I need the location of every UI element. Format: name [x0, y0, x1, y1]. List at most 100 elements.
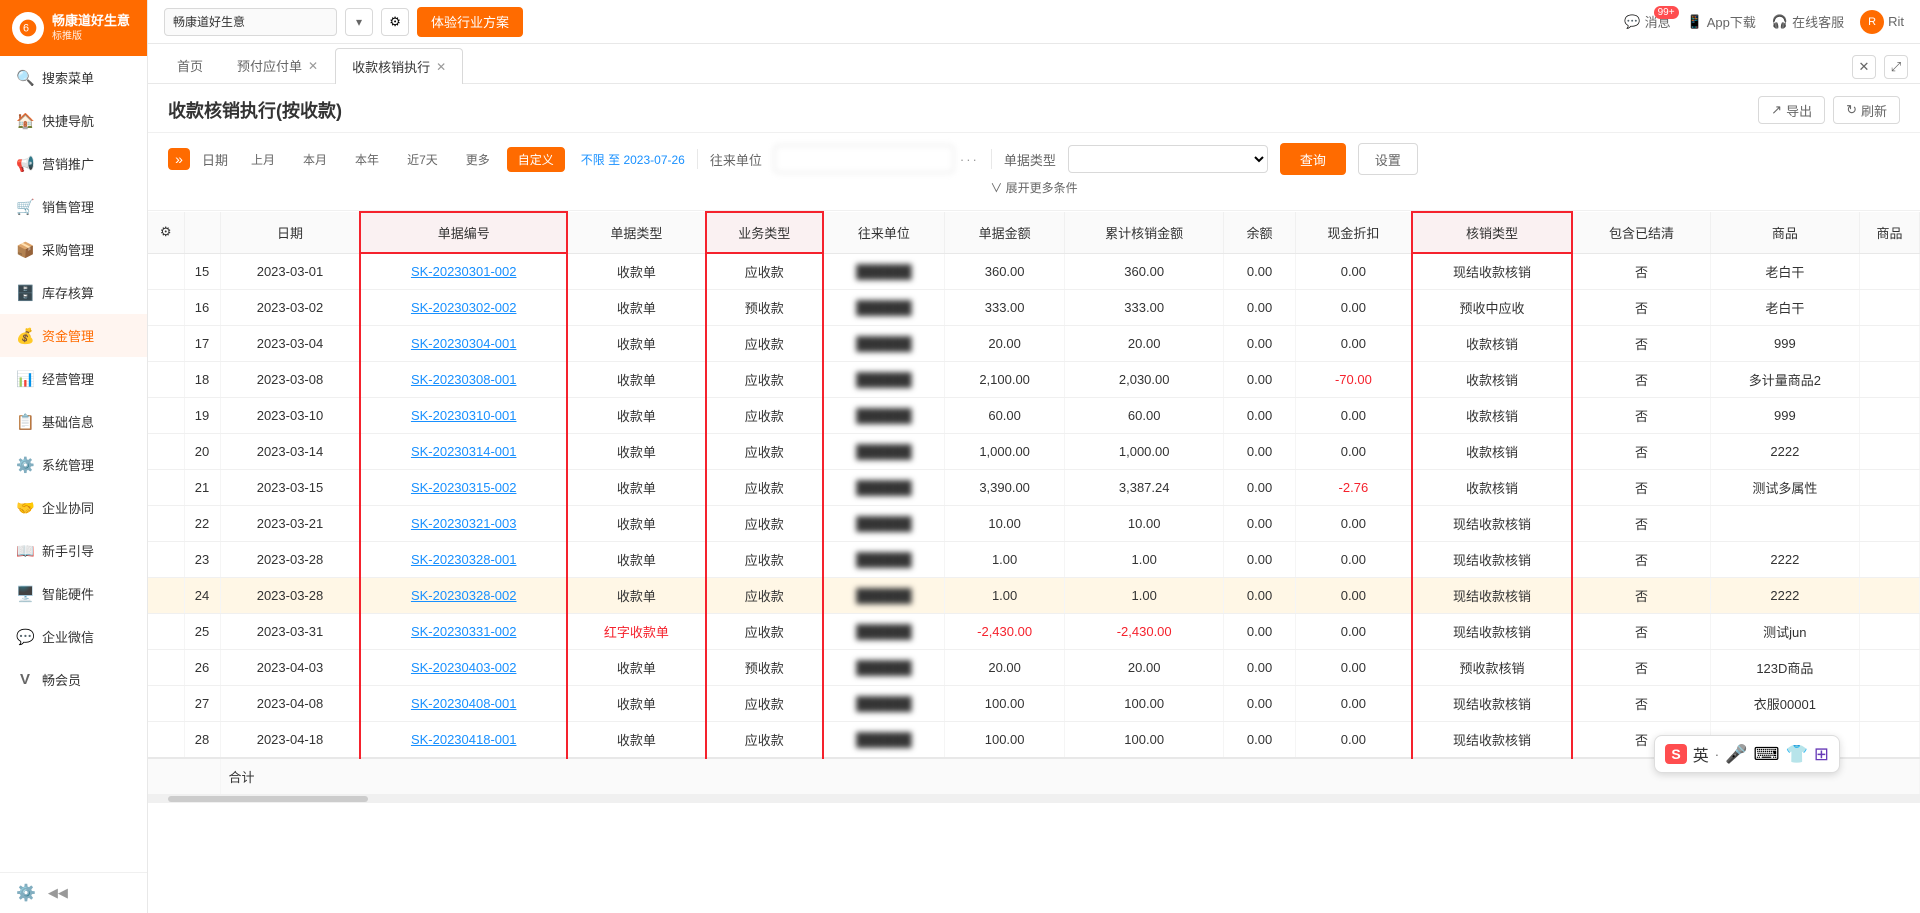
filter-tag-thismonth[interactable]: 本月 [292, 147, 338, 172]
topbar-service-link[interactable]: 🎧 在线客服 [1772, 12, 1844, 31]
table-row: 182023-03-08SK-20230308-001收款单应收款██████2… [148, 362, 1920, 398]
filter-divider-2 [991, 149, 992, 169]
td-checkbox [148, 614, 184, 650]
th-partner: 往来单位 [823, 212, 945, 253]
filter-tag-lastmonth[interactable]: 上月 [240, 147, 286, 172]
tab-receipt[interactable]: 收款核销执行 ✕ [335, 48, 463, 84]
topbar-app-link[interactable]: 📱 App下载 [1687, 12, 1756, 31]
sidebar-item-basic[interactable]: 📋 基础信息 [0, 400, 147, 443]
settings-btn[interactable]: 设置 [1358, 143, 1418, 175]
tab-close-btn[interactable]: ✕ [1852, 55, 1876, 79]
refresh-icon: ↻ [1846, 102, 1857, 118]
td-balance: 0.00 [1224, 253, 1296, 290]
th-gear[interactable]: ⚙ [148, 212, 184, 253]
td-bill-no[interactable]: SK-20230315-002 [360, 470, 567, 506]
tab-prepay[interactable]: 预付应付单 ✕ [220, 47, 335, 83]
sales-icon: 🛒 [16, 198, 34, 216]
th-bill-type: 单据类型 [567, 212, 706, 253]
td-partner: ██████ [823, 542, 945, 578]
td-bill-no[interactable]: SK-20230314-001 [360, 434, 567, 470]
td-bill-no[interactable]: SK-20230408-001 [360, 686, 567, 722]
td-bill-no[interactable]: SK-20230328-001 [360, 542, 567, 578]
table-scrollbar[interactable] [148, 795, 1920, 803]
filter-tag-custom[interactable]: 自定义 [507, 147, 565, 172]
sidebar-bottom: ⚙️ ◀◀ [0, 872, 147, 913]
sidebar-item-system[interactable]: ⚙️ 系统管理 [0, 443, 147, 486]
filter-receipt-type-select[interactable] [1068, 145, 1268, 173]
filter-collapse-btn[interactable]: » [168, 148, 190, 170]
td-verify-type: 现结收款核销 [1412, 722, 1573, 759]
td-amount: 60.00 [944, 398, 1064, 434]
sidebar-item-inventory[interactable]: 🗄️ 库存核算 [0, 271, 147, 314]
settings-icon[interactable]: ⚙️ [16, 883, 36, 903]
topbar-primary-btn[interactable]: 体验行业方案 [417, 7, 523, 37]
sidebar-item-search[interactable]: 🔍 搜索菜单 [0, 56, 147, 99]
topbar-dropdown-btn[interactable]: ▾ [345, 8, 373, 36]
td-bill-no[interactable]: SK-20230403-002 [360, 650, 567, 686]
sidebar-item-wechat[interactable]: 💬 企业微信 [0, 615, 147, 658]
logo-text: 畅康道好生意 标推版 [52, 13, 130, 43]
td-balance: 0.00 [1224, 578, 1296, 614]
app-icon: 📱 [1687, 14, 1703, 30]
td-include-settled: 否 [1572, 470, 1710, 506]
topbar-msg-link[interactable]: 💬 消息 99+ [1624, 12, 1670, 31]
sidebar-item-member[interactable]: V 畅会员 [0, 658, 147, 701]
td-balance: 0.00 [1224, 362, 1296, 398]
th-biz-type: 业务类型 [706, 212, 823, 253]
td-bill-no[interactable]: SK-20230418-001 [360, 722, 567, 759]
th-rownum [184, 212, 220, 253]
filter-tag-thisyear[interactable]: 本年 [344, 147, 390, 172]
td-partner: ██████ [823, 614, 945, 650]
td-goods: 2222 [1710, 542, 1859, 578]
sidebar-item-operations[interactable]: 📊 经营管理 [0, 357, 147, 400]
td-bill-no[interactable]: SK-20230301-002 [360, 253, 567, 290]
td-partner: ██████ [823, 470, 945, 506]
tab-receipt-close[interactable]: ✕ [436, 60, 446, 74]
td-goods: 2222 [1710, 722, 1859, 759]
query-btn[interactable]: 查询 [1280, 143, 1346, 175]
td-bill-no[interactable]: SK-20230304-001 [360, 326, 567, 362]
td-verified: 3,387.24 [1065, 470, 1224, 506]
td-bill-no[interactable]: SK-20230310-001 [360, 398, 567, 434]
main-area: ▾ ⚙ 体验行业方案 💬 消息 99+ 📱 App下载 🎧 在线客服 R Rit [148, 0, 1920, 913]
sidebar-item-purchase[interactable]: 📦 采购管理 [0, 228, 147, 271]
topbar-user[interactable]: R Rit [1860, 10, 1904, 34]
td-rownum: 25 [184, 614, 220, 650]
filter-tag-more[interactable]: 更多 [455, 147, 501, 172]
export-btn[interactable]: ↗ 导出 [1758, 96, 1825, 124]
td-bill-no[interactable]: SK-20230328-002 [360, 578, 567, 614]
collapse-icon[interactable]: ◀◀ [48, 885, 68, 901]
topbar-gear-btn[interactable]: ⚙ [381, 8, 409, 36]
sidebar-item-quicknav[interactable]: 🏠 快捷导航 [0, 99, 147, 142]
td-goods2 [1860, 398, 1920, 434]
tab-prepay-close[interactable]: ✕ [308, 59, 318, 73]
td-rownum: 24 [184, 578, 220, 614]
td-verify-type: 现结收款核销 [1412, 506, 1573, 542]
td-bill-no[interactable]: SK-20230321-003 [360, 506, 567, 542]
topbar-search-input[interactable] [164, 8, 337, 36]
td-date: 2023-03-04 [220, 326, 360, 362]
tab-maximize-btn[interactable]: ⤢ [1884, 55, 1908, 79]
sidebar-item-marketing[interactable]: 📢 营销推广 [0, 142, 147, 185]
tab-home[interactable]: 首页 [160, 47, 220, 83]
td-include-settled: 否 [1572, 650, 1710, 686]
th-date: 日期 [220, 212, 360, 253]
filter-partner-input[interactable] [774, 145, 954, 173]
td-bill-type: 红字收款单 [567, 614, 706, 650]
td-date: 2023-03-15 [220, 470, 360, 506]
expand-more-btn[interactable]: ∨ 展开更多条件 [990, 179, 1077, 196]
scroll-thumb[interactable] [168, 796, 368, 802]
td-discount: 0.00 [1296, 398, 1412, 434]
td-balance: 0.00 [1224, 650, 1296, 686]
td-bill-no[interactable]: SK-20230331-002 [360, 614, 567, 650]
sidebar-item-sales[interactable]: 🛒 销售管理 [0, 185, 147, 228]
sidebar-item-collab[interactable]: 🤝 企业协同 [0, 486, 147, 529]
td-partner: ██████ [823, 434, 945, 470]
sidebar-item-finance[interactable]: 💰 资金管理 [0, 314, 147, 357]
refresh-btn[interactable]: ↻ 刷新 [1833, 96, 1900, 124]
td-bill-no[interactable]: SK-20230308-001 [360, 362, 567, 398]
sidebar-item-guide[interactable]: 📖 新手引导 [0, 529, 147, 572]
sidebar-item-hardware[interactable]: 🖥️ 智能硬件 [0, 572, 147, 615]
filter-tag-7days[interactable]: 近7天 [396, 147, 449, 172]
td-bill-no[interactable]: SK-20230302-002 [360, 290, 567, 326]
